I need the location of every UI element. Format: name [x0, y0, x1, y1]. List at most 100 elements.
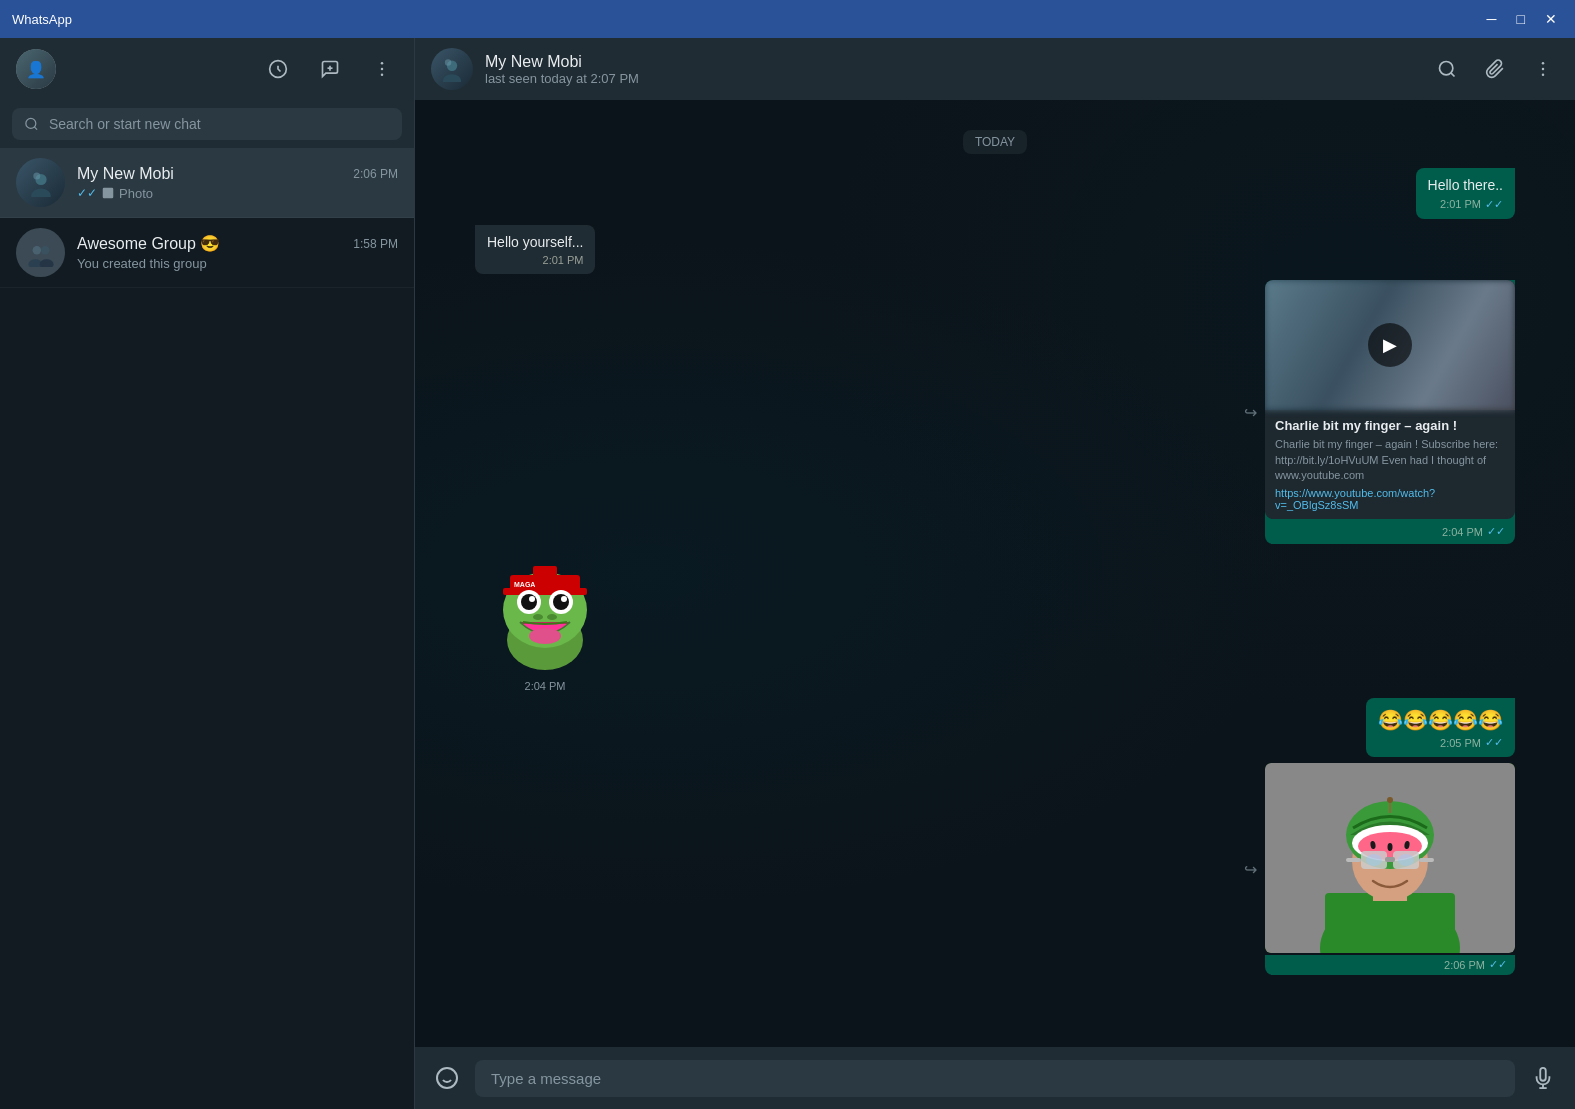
svg-rect-26 [503, 588, 587, 595]
active-chat-avatar[interactable] [431, 48, 473, 90]
active-chat-avatar-icon [439, 56, 465, 82]
svg-rect-40 [1325, 893, 1455, 953]
message-input[interactable] [475, 1060, 1515, 1097]
app-body: 👤 [0, 38, 1575, 1109]
svg-point-55 [1398, 854, 1414, 866]
bubble-meta: 2:01 PM ✓✓ [1428, 198, 1503, 211]
message-row-image: ↪ [475, 763, 1515, 975]
svg-rect-53 [1419, 858, 1434, 862]
check-icon-emoji: ✓✓ [1485, 736, 1503, 749]
svg-point-34 [561, 596, 567, 602]
sidebar-header: 👤 [0, 38, 414, 100]
message-row-hello-yourself: Hello yourself... 2:01 PM [475, 225, 1515, 275]
link-title: Charlie bit my finger – again ! [1275, 418, 1505, 433]
active-chat-status: last seen today at 2:07 PM [485, 71, 639, 86]
active-chat-name: My New Mobi [485, 53, 639, 71]
svg-point-19 [1440, 62, 1453, 75]
user-avatar[interactable]: 👤 [16, 49, 56, 89]
emoji-picker-button[interactable] [431, 1062, 463, 1094]
svg-point-36 [533, 614, 543, 620]
chat-search-icon[interactable] [1431, 53, 1463, 85]
maximize-button[interactable]: □ [1511, 9, 1531, 29]
group-chat-name: Awesome Group 😎 [77, 234, 220, 253]
message-input-area [415, 1047, 1575, 1109]
svg-point-13 [41, 246, 49, 254]
chat-info-my-new-mobi: My New Mobi 2:06 PM ✓✓ Photo [77, 165, 398, 201]
svg-point-4 [381, 68, 384, 71]
status-icon[interactable] [262, 53, 294, 85]
bubble-time: 2:01 PM [1440, 198, 1481, 210]
chat-info-awesome-group: Awesome Group 😎 1:58 PM You created this… [77, 234, 398, 271]
search-bar [0, 100, 414, 148]
svg-point-12 [32, 246, 40, 254]
group-chat-preview: You created this group [77, 256, 398, 271]
bubble-hello-yourself: Hello yourself... 2:01 PM [475, 225, 595, 275]
image-bubble-meta: 2:06 PM ✓✓ [1265, 955, 1515, 975]
link-desc: Charlie bit my finger – again ! Subscrib… [1275, 437, 1505, 483]
user-avatar-img: 👤 [16, 49, 56, 89]
sidebar-menu-icon[interactable] [366, 53, 398, 85]
svg-point-35 [529, 628, 561, 644]
svg-point-20 [1542, 62, 1545, 64]
chat-item-awesome-group[interactable]: Awesome Group 😎 1:58 PM You created this… [0, 218, 414, 288]
play-button[interactable]: ▶ [1368, 323, 1412, 367]
svg-point-9 [33, 172, 40, 179]
svg-point-5 [381, 74, 384, 77]
chat-header-left: My New Mobi last seen today at 2:07 PM [431, 48, 639, 90]
person-avatar-icon [27, 169, 55, 197]
app-title: WhatsApp [12, 12, 72, 27]
image-check-icon: ✓✓ [1489, 958, 1507, 971]
chat-header-info: My New Mobi last seen today at 2:07 PM [485, 53, 639, 86]
link-url: https://www.youtube.com/watch?v=_OBlgSz8… [1275, 487, 1505, 511]
svg-point-32 [553, 594, 569, 610]
chat-item-my-new-mobi[interactable]: My New Mobi 2:06 PM ✓✓ Photo [0, 148, 414, 218]
new-chat-icon[interactable] [314, 53, 346, 85]
attach-icon[interactable] [1479, 53, 1511, 85]
svg-point-37 [547, 614, 557, 620]
mic-button[interactable] [1527, 1062, 1559, 1094]
title-bar: WhatsApp ─ □ ✕ [0, 0, 1575, 38]
youtube-link-card[interactable]: ▶ Charlie bit my finger – again ! Charli… [1265, 280, 1515, 519]
chat-avatar-awesome-group [16, 228, 65, 277]
chat-list: My New Mobi 2:06 PM ✓✓ Photo [0, 148, 414, 1109]
bubble-time-received: 2:01 PM [543, 254, 584, 266]
image-message-container: 2:06 PM ✓✓ [1265, 763, 1515, 975]
svg-point-31 [521, 594, 537, 610]
svg-rect-27 [533, 566, 557, 578]
close-button[interactable]: ✕ [1539, 9, 1563, 29]
svg-point-6 [26, 118, 36, 128]
chat-name: My New Mobi [77, 165, 174, 183]
bubble-meta-emoji: 2:05 PM ✓✓ [1378, 736, 1503, 749]
svg-point-33 [529, 596, 535, 602]
forward-icon-image: ↪ [1244, 860, 1257, 879]
message-row-hello-there: Hello there.. 2:01 PM ✓✓ [475, 168, 1515, 219]
sticker-time: 2:04 PM [475, 680, 615, 692]
minimize-button[interactable]: ─ [1481, 9, 1503, 29]
chat-area: My New Mobi last seen today at 2:07 PM [415, 38, 1575, 1109]
chat-header-right [1431, 53, 1559, 85]
group-chat-time: 1:58 PM [353, 237, 398, 251]
svg-point-18 [445, 59, 452, 66]
chat-name-row-group: Awesome Group 😎 1:58 PM [77, 234, 398, 253]
svg-point-57 [1387, 797, 1393, 803]
link-info: Charlie bit my finger – again ! Charlie … [1265, 410, 1515, 519]
message-row-youtube: ↪ ▶ Charlie bit my finger – again ! C [475, 280, 1515, 544]
date-badge: TODAY [963, 130, 1027, 154]
bubble-meta-received: 2:01 PM [487, 254, 583, 266]
search-input[interactable] [49, 116, 390, 132]
message-row-emoji: 😂😂😂😂😂 2:05 PM ✓✓ [475, 698, 1515, 757]
window-controls: ─ □ ✕ [1481, 9, 1563, 29]
image-message[interactable] [1265, 763, 1515, 953]
bubble-hello-there: Hello there.. 2:01 PM ✓✓ [1416, 168, 1515, 219]
chat-menu-icon[interactable] [1527, 53, 1559, 85]
search-icon [24, 116, 39, 132]
double-check-icon: ✓✓ [77, 186, 97, 200]
svg-point-47 [1388, 843, 1393, 851]
group-avatar-icon [27, 239, 55, 267]
message-row-sticker: MAGA [475, 550, 1515, 692]
check-icon-youtube: ✓✓ [1487, 525, 1505, 538]
svg-point-58 [437, 1068, 457, 1088]
search-input-wrap [12, 108, 402, 140]
svg-text:MAGA: MAGA [514, 581, 535, 588]
chat-header: My New Mobi last seen today at 2:07 PM [415, 38, 1575, 100]
